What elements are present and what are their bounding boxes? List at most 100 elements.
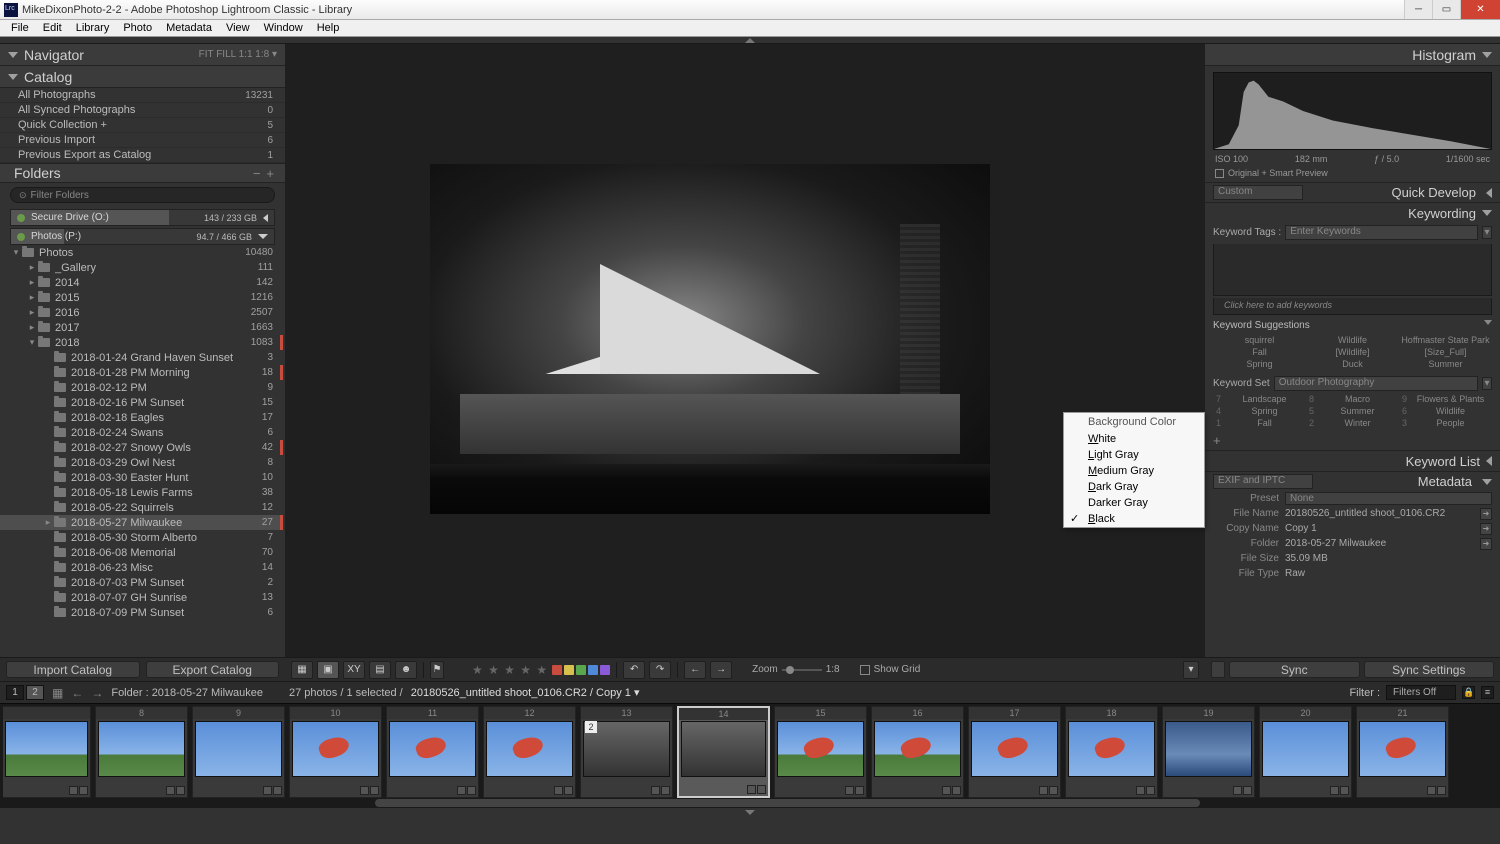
volume-bar[interactable]: Secure Drive (O:)143 / 233 GB — [10, 209, 275, 226]
filmstrip-thumb[interactable] — [3, 706, 91, 798]
keyword-suggestion[interactable]: Summer — [1399, 358, 1492, 370]
volume-bar[interactable]: Photos (P:)94.7 / 466 GB — [10, 228, 275, 245]
color-label[interactable] — [552, 665, 562, 675]
menu-edit[interactable]: Edit — [36, 22, 69, 34]
metadata-selector[interactable]: EXIF and IPTC — [1213, 474, 1313, 489]
loupe-view-button[interactable]: ▣ — [317, 661, 339, 679]
zoom-slider[interactable] — [782, 669, 822, 671]
filmstrip-thumb[interactable]: 16 — [871, 706, 964, 798]
filmstrip-thumb[interactable]: 21 — [1356, 706, 1449, 798]
folder-row[interactable]: 2018-05-18 Lewis Farms38 — [0, 485, 283, 500]
context-menu-item[interactable]: Darker Gray — [1064, 495, 1204, 511]
catalog-header[interactable]: Catalog — [0, 66, 285, 88]
grid-view-button[interactable]: ▦ — [291, 661, 313, 679]
goto-icon[interactable]: ➜ — [1480, 523, 1492, 535]
filmstrip-thumb[interactable]: 11 — [386, 706, 479, 798]
keyword-set-item[interactable]: 9Flowers & Plants — [1399, 393, 1492, 405]
filmstrip-thumb[interactable]: 132 — [580, 706, 673, 798]
folder-row[interactable]: 2018-05-30 Storm Alberto7 — [0, 530, 283, 545]
keyword-suggestion[interactable]: Fall — [1213, 346, 1306, 358]
keywording-header[interactable]: Keywording — [1205, 203, 1500, 223]
folder-row[interactable]: ▸20171663 — [0, 320, 283, 335]
filmstrip-thumb[interactable]: 18 — [1065, 706, 1158, 798]
catalog-item[interactable]: Previous Export as Catalog1 — [0, 148, 285, 163]
color-label[interactable] — [588, 665, 598, 675]
folder-row[interactable]: 2018-02-16 PM Sunset15 — [0, 395, 283, 410]
display-2-button[interactable]: 2 — [26, 685, 44, 700]
back-icon[interactable]: ← — [71, 686, 83, 700]
filmstrip-thumb[interactable]: 20 — [1259, 706, 1352, 798]
forward-icon[interactable]: → — [91, 686, 103, 700]
top-panel-handle[interactable] — [745, 38, 755, 43]
folder-row[interactable]: ▸2014142 — [0, 275, 283, 290]
color-label[interactable] — [576, 665, 586, 675]
metadata-preset-select[interactable]: None — [1285, 492, 1492, 505]
compare-view-button[interactable]: XY — [343, 661, 365, 679]
disclosure-icon[interactable] — [1484, 320, 1492, 325]
folder-row[interactable]: 2018-05-22 Squirrels12 — [0, 500, 283, 515]
keyword-suggestion[interactable]: [Wildlife] — [1306, 346, 1399, 358]
navigator-zoom[interactable]: FIT FILL 1:1 1:8 ▾ — [199, 49, 277, 60]
histogram-chart[interactable] — [1213, 72, 1492, 150]
keyword-set-item[interactable]: 5Summer — [1306, 405, 1399, 417]
histogram-header[interactable]: Histogram — [1205, 44, 1500, 66]
keyword-set-item[interactable]: 3People — [1399, 417, 1492, 429]
folder-row[interactable]: ▾Photos10480 — [0, 245, 283, 260]
folder-row[interactable]: 2018-06-23 Misc14 — [0, 560, 283, 575]
close-button[interactable]: ✕ — [1460, 0, 1500, 19]
filmstrip-thumb[interactable]: 9 — [192, 706, 285, 798]
filmstrip-scrollbar[interactable] — [0, 798, 1500, 808]
rotate-cw-button[interactable]: ↷ — [649, 661, 671, 679]
keyword-set-select[interactable]: Outdoor Photography — [1274, 376, 1478, 391]
quickdev-custom-select[interactable]: Custom — [1213, 185, 1303, 200]
keyword-suggestion[interactable]: Hoffmaster State Park — [1399, 334, 1492, 346]
folder-row[interactable]: 2018-07-09 PM Sunset6 — [0, 605, 283, 620]
context-menu-item[interactable]: Medium Gray — [1064, 463, 1204, 479]
prev-photo-button[interactable]: ← — [684, 661, 706, 679]
menu-library[interactable]: Library — [69, 22, 117, 34]
folder-row[interactable]: ▸20151216 — [0, 290, 283, 305]
grid-icon[interactable]: ▦ — [52, 686, 63, 700]
menu-photo[interactable]: Photo — [116, 22, 159, 34]
showgrid-checkbox[interactable] — [860, 665, 870, 675]
export-catalog-button[interactable]: Export Catalog — [146, 661, 280, 678]
survey-view-button[interactable]: ▤ — [369, 661, 391, 679]
sync-settings-button[interactable]: Sync Settings — [1364, 661, 1495, 678]
context-menu-item[interactable]: Dark Gray — [1064, 479, 1204, 495]
keyword-tags-select[interactable]: Enter Keywords — [1285, 225, 1478, 240]
filmstrip[interactable]: 891011121321415161718192021 — [0, 703, 1500, 808]
maximize-button[interactable]: ▭ — [1432, 0, 1460, 19]
keywordlist-header[interactable]: Keyword List — [1205, 451, 1500, 471]
context-menu-item[interactable]: Light Gray — [1064, 447, 1204, 463]
flag-pick-button[interactable]: ⚑ — [430, 661, 444, 679]
keyword-suggestion[interactable]: squirrel — [1213, 334, 1306, 346]
folder-row[interactable]: 2018-03-29 Owl Nest8 — [0, 455, 283, 470]
color-labels[interactable] — [552, 665, 610, 675]
catalog-item[interactable]: All Synced Photographs0 — [0, 103, 285, 118]
filmstrip-thumb[interactable]: 17 — [968, 706, 1061, 798]
menu-help[interactable]: Help — [310, 22, 347, 34]
filmstrip-thumb[interactable]: 14 — [677, 706, 770, 798]
display-1-button[interactable]: 1 — [6, 685, 24, 700]
catalog-item[interactable]: All Photographs13231 — [0, 88, 285, 103]
next-photo-button[interactable]: → — [710, 661, 732, 679]
filmstrip-thumb[interactable]: 12 — [483, 706, 576, 798]
keyword-set-item[interactable]: 6Wildlife — [1399, 405, 1492, 417]
keyword-suggestion[interactable]: [Size_Full] — [1399, 346, 1492, 358]
color-label[interactable] — [564, 665, 574, 675]
folder-row[interactable]: 2018-02-18 Eagles17 — [0, 410, 283, 425]
filter-folders-input[interactable]: ⊙ Filter Folders — [10, 187, 275, 203]
bottom-panel-handle[interactable] — [0, 808, 1500, 817]
menu-file[interactable]: File — [4, 22, 36, 34]
sync-toggle-button[interactable] — [1211, 661, 1225, 678]
folders-minus-button[interactable]: − — [250, 166, 264, 181]
filter-menu-icon[interactable]: ≡ — [1481, 686, 1494, 699]
navigator-header[interactable]: Navigator FIT FILL 1:1 1:8 ▾ — [0, 44, 285, 66]
status-file[interactable]: 20180526_untitled shoot_0106.CR2 / Copy … — [411, 686, 640, 699]
keyword-add-input[interactable]: Click here to add keywords — [1213, 298, 1492, 315]
keyword-set-item[interactable]: 8Macro — [1306, 393, 1399, 405]
keyword-set-item[interactable]: 4Spring — [1213, 405, 1306, 417]
catalog-item[interactable]: Previous Import6 — [0, 133, 285, 148]
rotate-ccw-button[interactable]: ↶ — [623, 661, 645, 679]
color-label[interactable] — [600, 665, 610, 675]
